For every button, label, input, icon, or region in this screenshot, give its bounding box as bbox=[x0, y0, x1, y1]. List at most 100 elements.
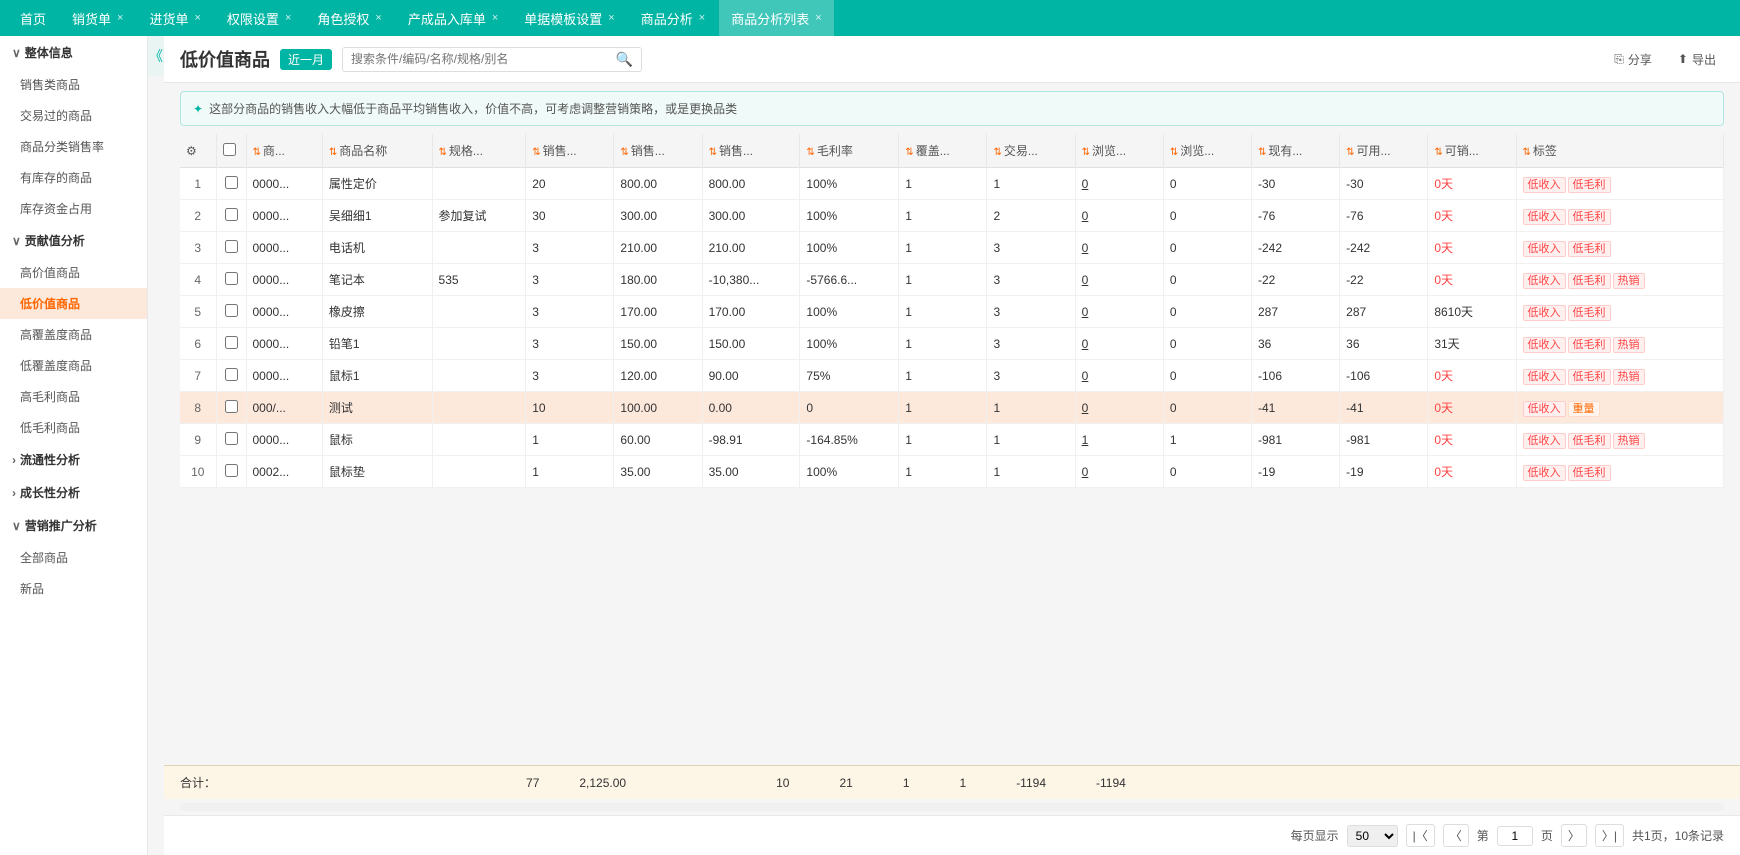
row-checkbox[interactable] bbox=[225, 272, 238, 285]
row-check[interactable] bbox=[216, 456, 246, 488]
horizontal-scrollbar[interactable] bbox=[180, 803, 1724, 811]
row-check[interactable] bbox=[216, 168, 246, 200]
sidebar-group-overall[interactable]: ∨整体信息 bbox=[0, 36, 147, 69]
next-page-btn[interactable]: 〉 bbox=[1561, 824, 1587, 847]
row-checkbox[interactable] bbox=[225, 464, 238, 477]
row-checkbox[interactable] bbox=[225, 208, 238, 221]
th-trade[interactable]: ⇅交易... bbox=[987, 134, 1075, 168]
row-view1[interactable]: 0 bbox=[1075, 232, 1163, 264]
row-check[interactable] bbox=[216, 392, 246, 424]
nav-analysis-list-close[interactable]: × bbox=[815, 12, 821, 24]
th-settings[interactable]: ⚙ bbox=[180, 134, 216, 168]
th-check[interactable] bbox=[216, 134, 246, 168]
row-check[interactable] bbox=[216, 360, 246, 392]
view1-link[interactable]: 0 bbox=[1082, 465, 1089, 479]
view1-link[interactable]: 0 bbox=[1082, 337, 1089, 351]
sidebar-collapse-btn[interactable]: 《 bbox=[148, 36, 164, 76]
row-view1[interactable]: 0 bbox=[1075, 200, 1163, 232]
sidebar-item-sales-goods[interactable]: 销售类商品 bbox=[0, 69, 147, 100]
view1-link[interactable]: 0 bbox=[1082, 177, 1089, 191]
sidebar-item-category-rate[interactable]: 商品分类销售率 bbox=[0, 131, 147, 162]
row-view1[interactable]: 0 bbox=[1075, 168, 1163, 200]
prev-page-btn[interactable]: 〈 bbox=[1443, 824, 1469, 847]
row-check[interactable] bbox=[216, 424, 246, 456]
nav-role[interactable]: 角色授权 × bbox=[305, 0, 393, 36]
th-available[interactable]: ⇅可用... bbox=[1340, 134, 1428, 168]
nav-sales-close[interactable]: × bbox=[117, 12, 123, 24]
sidebar-item-capital[interactable]: 库存资金占用 bbox=[0, 193, 147, 224]
th-saleable[interactable]: ⇅可销... bbox=[1428, 134, 1516, 168]
sidebar-item-new-goods[interactable]: 新品 bbox=[0, 573, 147, 604]
row-checkbox[interactable] bbox=[225, 240, 238, 253]
page-input[interactable] bbox=[1497, 826, 1533, 846]
row-view1[interactable]: 0 bbox=[1075, 296, 1163, 328]
search-icon[interactable]: 🔍 bbox=[616, 51, 633, 68]
sidebar-item-high-coverage[interactable]: 高覆盖度商品 bbox=[0, 319, 147, 350]
view1-link[interactable]: 0 bbox=[1082, 273, 1089, 287]
sidebar-item-high-value[interactable]: 高价值商品 bbox=[0, 257, 147, 288]
nav-permission-close[interactable]: × bbox=[285, 12, 291, 24]
view1-link[interactable]: 0 bbox=[1082, 401, 1089, 415]
select-all-checkbox[interactable] bbox=[223, 143, 236, 156]
view1-link[interactable]: 0 bbox=[1082, 369, 1089, 383]
nav-permission[interactable]: 权限设置 × bbox=[215, 0, 303, 36]
sidebar-item-traded[interactable]: 交易过的商品 bbox=[0, 100, 147, 131]
view1-link[interactable]: 0 bbox=[1082, 209, 1089, 223]
sidebar-item-all-goods[interactable]: 全部商品 bbox=[0, 542, 147, 573]
th-amount2[interactable]: ⇅销售... bbox=[702, 134, 800, 168]
th-view2[interactable]: ⇅浏览... bbox=[1163, 134, 1251, 168]
export-button[interactable]: ⬆ 导出 bbox=[1670, 47, 1724, 72]
row-check[interactable] bbox=[216, 328, 246, 360]
nav-purchase[interactable]: 进货单 × bbox=[137, 0, 212, 36]
th-name[interactable]: ⇅商品名称 bbox=[322, 134, 432, 168]
row-view1[interactable]: 0 bbox=[1075, 328, 1163, 360]
row-check[interactable] bbox=[216, 296, 246, 328]
sidebar-group-growth[interactable]: ›成长性分析 bbox=[0, 476, 147, 509]
row-view1[interactable]: 0 bbox=[1075, 360, 1163, 392]
sidebar-item-low-coverage[interactable]: 低覆盖度商品 bbox=[0, 350, 147, 381]
row-view1[interactable]: 0 bbox=[1075, 392, 1163, 424]
filter-tag-month[interactable]: 近一月 bbox=[280, 49, 332, 70]
sidebar-group-contribution[interactable]: ∨贡献值分析 bbox=[0, 224, 147, 257]
row-checkbox[interactable] bbox=[225, 400, 238, 413]
th-view1[interactable]: ⇅浏览... bbox=[1075, 134, 1163, 168]
nav-role-close[interactable]: × bbox=[375, 12, 381, 24]
row-view1[interactable]: 0 bbox=[1075, 456, 1163, 488]
nav-template-close[interactable]: × bbox=[608, 12, 614, 24]
sidebar-item-stock-goods[interactable]: 有库存的商品 bbox=[0, 162, 147, 193]
th-coverage[interactable]: ⇅覆盖... bbox=[899, 134, 987, 168]
row-view1[interactable]: 0 bbox=[1075, 264, 1163, 296]
row-checkbox[interactable] bbox=[225, 336, 238, 349]
sidebar-group-marketing[interactable]: ∨营销推广分析 bbox=[0, 509, 147, 542]
th-amount[interactable]: ⇅销售... bbox=[614, 134, 702, 168]
first-page-btn[interactable]: |〈 bbox=[1406, 824, 1435, 847]
sidebar-item-low-value[interactable]: 低价值商品 bbox=[0, 288, 147, 319]
row-check[interactable] bbox=[216, 232, 246, 264]
share-button[interactable]: ⎘ 分享 bbox=[1606, 47, 1660, 72]
th-current[interactable]: ⇅现有... bbox=[1251, 134, 1339, 168]
sidebar-item-low-margin[interactable]: 低毛利商品 bbox=[0, 412, 147, 443]
nav-template[interactable]: 单据模板设置 × bbox=[512, 0, 626, 36]
sidebar-group-circulation[interactable]: ›流通性分析 bbox=[0, 443, 147, 476]
th-spec[interactable]: ⇅规格... bbox=[432, 134, 526, 168]
row-checkbox[interactable] bbox=[225, 304, 238, 317]
th-tags[interactable]: ⇅标签 bbox=[1516, 134, 1724, 168]
nav-analysis-close[interactable]: × bbox=[699, 12, 705, 24]
nav-purchase-close[interactable]: × bbox=[194, 12, 200, 24]
row-checkbox[interactable] bbox=[225, 368, 238, 381]
row-check[interactable] bbox=[216, 200, 246, 232]
nav-product[interactable]: 产成品入库单 × bbox=[396, 0, 510, 36]
search-input[interactable] bbox=[351, 52, 610, 66]
row-checkbox[interactable] bbox=[225, 432, 238, 445]
th-qty[interactable]: ⇅销售... bbox=[526, 134, 614, 168]
nav-home[interactable]: 首页 bbox=[8, 0, 58, 36]
nav-analysis[interactable]: 商品分析 × bbox=[629, 0, 717, 36]
nav-product-close[interactable]: × bbox=[492, 12, 498, 24]
th-margin[interactable]: ⇅毛利率 bbox=[800, 134, 899, 168]
sidebar-item-high-margin[interactable]: 高毛利商品 bbox=[0, 381, 147, 412]
view1-link[interactable]: 1 bbox=[1082, 433, 1089, 447]
th-code[interactable]: ⇅商... bbox=[246, 134, 322, 168]
nav-sales[interactable]: 销货单 × bbox=[60, 0, 135, 36]
view1-link[interactable]: 0 bbox=[1082, 241, 1089, 255]
view1-link[interactable]: 0 bbox=[1082, 305, 1089, 319]
